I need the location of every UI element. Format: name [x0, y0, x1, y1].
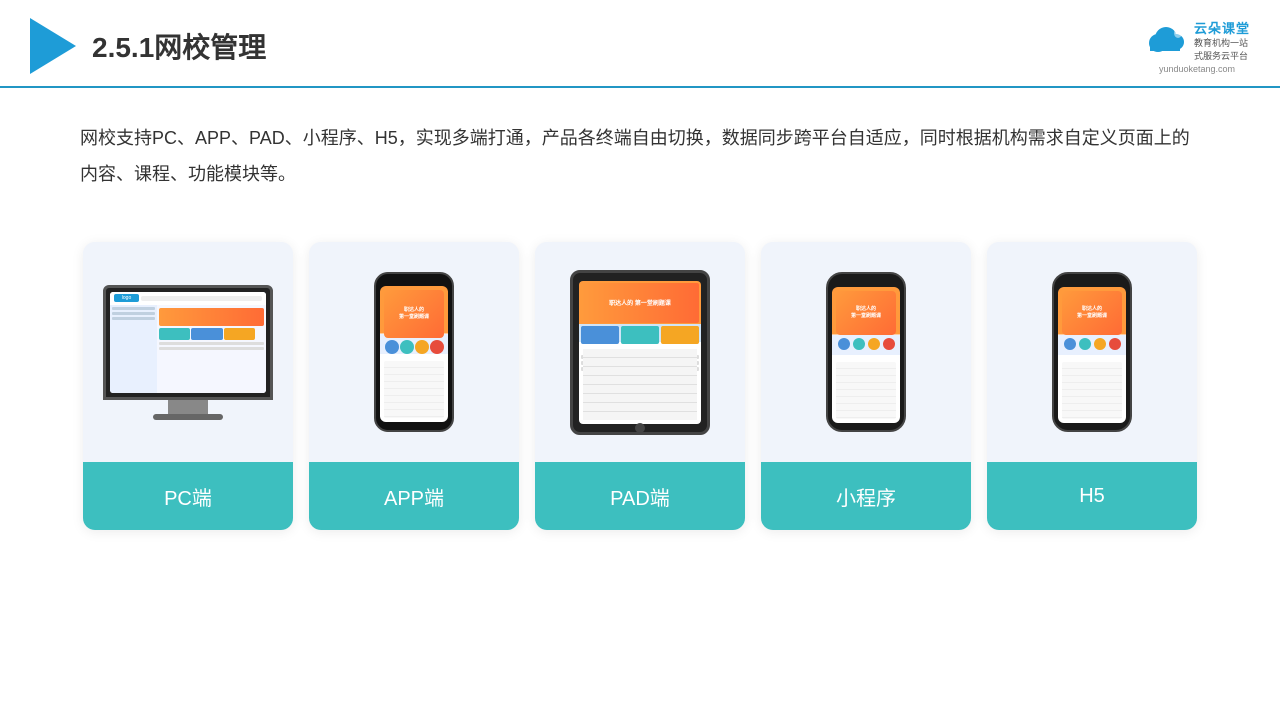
app-phone-mockup: 职达人的第一堂刷题课	[374, 272, 454, 432]
card-h5-image: 职达人的第一堂刷题课 热门课程	[987, 242, 1197, 462]
miniprogram-phone-mockup: 职达人的第一堂刷题课 推荐课程	[826, 272, 906, 432]
brand-tagline: 教育机构一站 式服务云平台	[1194, 37, 1248, 62]
card-pad-label: PAD端	[535, 462, 745, 530]
card-h5-label: H5	[987, 462, 1197, 530]
monitor-stand	[168, 400, 208, 414]
card-app-image: 职达人的第一堂刷题课	[309, 242, 519, 462]
description-section: 网校支持PC、APP、PAD、小程序、H5，实现多端打通，产品各终端自由切换，数…	[0, 88, 1280, 212]
pad-tablet-mockup: 职达人的 第一堂刷题课	[570, 270, 710, 435]
phone-notch	[399, 274, 429, 282]
logo-triangle-icon	[30, 18, 76, 74]
description-text: 网校支持PC、APP、PAD、小程序、H5，实现多端打通，产品各终端自由切换，数…	[80, 120, 1200, 192]
miniprogram-screen: 职达人的第一堂刷题课 推荐课程	[832, 287, 900, 423]
card-pc-label: PC端	[83, 462, 293, 530]
card-pc: logo	[83, 242, 293, 530]
cards-container: logo	[0, 222, 1280, 550]
brand-name: 云朵课堂	[1194, 18, 1250, 37]
brand-text-column: 云朵课堂 教育机构一站 式服务云平台	[1194, 18, 1250, 62]
card-pad: 职达人的 第一堂刷题课 PAD端	[535, 242, 745, 530]
card-app: 职达人的第一堂刷题课 APP端	[309, 242, 519, 530]
brand-top: 云朵课堂 教育机构一站 式服务云平台	[1144, 18, 1250, 62]
tablet-screen: 职达人的 第一堂刷题课	[579, 281, 701, 424]
card-miniprogram: 职达人的第一堂刷题课 推荐课程	[761, 242, 971, 530]
card-miniprogram-label: 小程序	[761, 462, 971, 530]
card-app-label: APP端	[309, 462, 519, 530]
pc-monitor-screen: logo	[103, 285, 273, 400]
monitor-base	[153, 414, 223, 420]
card-h5: 职达人的第一堂刷题课 热门课程	[987, 242, 1197, 530]
page-title: 2.5.1网校管理	[92, 26, 266, 66]
phone-notch-2	[849, 274, 884, 283]
phone-screen: 职达人的第一堂刷题课	[380, 286, 448, 422]
cloud-icon	[1144, 25, 1188, 55]
phone-notch-3	[1075, 274, 1110, 283]
card-pad-image: 职达人的 第一堂刷题课	[535, 242, 745, 462]
tablet-home-button	[635, 423, 645, 433]
brand-section: 云朵课堂 教育机构一站 式服务云平台 yunduoketang.com	[1144, 18, 1250, 74]
brand-url: yunduoketang.com	[1159, 64, 1235, 74]
card-pc-image: logo	[83, 242, 293, 462]
h5-phone-mockup: 职达人的第一堂刷题课 热门课程	[1052, 272, 1132, 432]
header-left: 2.5.1网校管理	[30, 18, 266, 74]
h5-screen: 职达人的第一堂刷题课 热门课程	[1058, 287, 1126, 423]
card-miniprogram-image: 职达人的第一堂刷题课 推荐课程	[761, 242, 971, 462]
header: 2.5.1网校管理 云朵课堂 教育机构一站 式服务云平台 yunduok	[0, 0, 1280, 88]
